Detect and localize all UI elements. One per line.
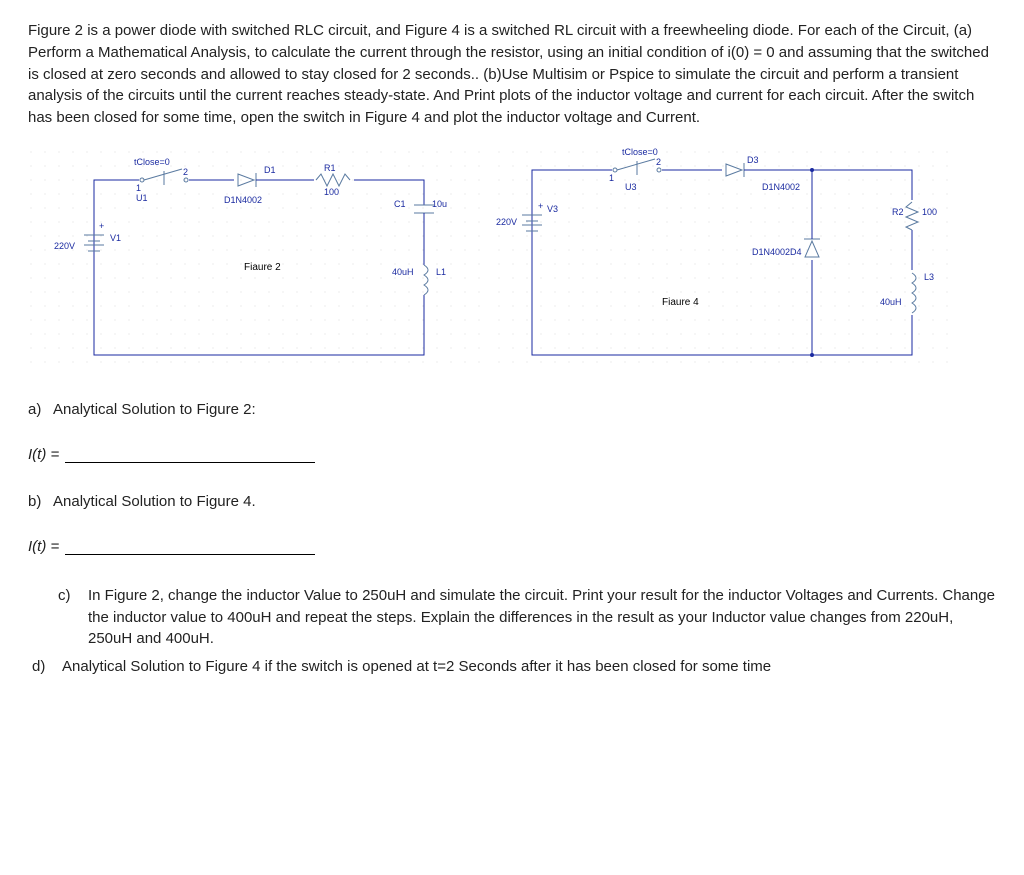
u3-pin2: 2 bbox=[656, 157, 661, 167]
l3-value: 40uH bbox=[880, 297, 902, 307]
u1-pin2: 2 bbox=[183, 167, 188, 177]
r1-value: 100 bbox=[324, 187, 339, 197]
part-a-equation: I(t) = bbox=[28, 446, 996, 463]
v1-value: 220V bbox=[54, 241, 75, 251]
part-a-label: a) bbox=[28, 401, 41, 418]
problem-statement: Figure 2 is a power diode with switched … bbox=[28, 20, 996, 129]
v1-label: V1 bbox=[110, 233, 121, 243]
r2-label: R2 bbox=[892, 207, 904, 217]
answer-blank-b bbox=[65, 553, 315, 555]
figures-row: + V1 220V tClose=0 1 2 U1 D1 D1N4002 R1 … bbox=[24, 145, 996, 375]
v3-polarity: + bbox=[538, 201, 543, 211]
part-a-text: Analytical Solution to Figure 2: bbox=[53, 401, 256, 418]
d3-label: D3 bbox=[747, 155, 759, 165]
u1-tclose: tClose=0 bbox=[134, 157, 170, 167]
u3-pin1: 1 bbox=[609, 173, 614, 183]
figure-4-svg: + V3 220V tClose=0 1 2 U3 D3 D1N4002 D1N… bbox=[492, 145, 952, 375]
l1-label: L1 bbox=[436, 267, 446, 277]
it-a-lhs: I(t) = bbox=[28, 446, 59, 463]
c1-label: C1 bbox=[394, 199, 406, 209]
fig4-label: Fiaure 4 bbox=[662, 297, 699, 308]
r1-label: R1 bbox=[324, 163, 336, 173]
part-d-text: Analytical Solution to Figure 4 if the s… bbox=[62, 656, 771, 678]
u3-label: U3 bbox=[625, 182, 637, 192]
part-a: a) Analytical Solution to Figure 2: bbox=[28, 401, 996, 418]
v3-value: 220V bbox=[496, 217, 517, 227]
v3-label: V3 bbox=[547, 204, 558, 214]
it-b-lhs: I(t) = bbox=[28, 538, 59, 555]
part-d-label: d) bbox=[32, 656, 62, 678]
c1-value: 10u bbox=[432, 199, 447, 209]
d3-part: D1N4002 bbox=[762, 182, 800, 192]
part-d: d) Analytical Solution to Figure 4 if th… bbox=[2, 656, 996, 678]
part-b-text: Analytical Solution to Figure 4. bbox=[53, 493, 256, 510]
part-b-equation: I(t) = bbox=[28, 538, 996, 555]
v1-polarity: + bbox=[99, 221, 104, 231]
part-b: b) Analytical Solution to Figure 4. bbox=[28, 493, 996, 510]
answer-blank-a bbox=[65, 461, 315, 463]
figure-2-schematic: + V1 220V tClose=0 1 2 U1 D1 D1N4002 R1 … bbox=[24, 145, 484, 375]
part-c-label: c) bbox=[58, 585, 88, 650]
l3-label: L3 bbox=[924, 272, 934, 282]
part-b-label: b) bbox=[28, 493, 41, 510]
part-c-text: In Figure 2, change the inductor Value t… bbox=[88, 585, 996, 650]
u1-pin1: 1 bbox=[136, 183, 141, 193]
d1-label: D1 bbox=[264, 165, 276, 175]
figure-2-svg: + V1 220V tClose=0 1 2 U1 D1 D1N4002 R1 … bbox=[24, 145, 484, 375]
u3-tclose: tClose=0 bbox=[622, 147, 658, 157]
d1-part: D1N4002 bbox=[224, 195, 262, 205]
part-c: c) In Figure 2, change the inductor Valu… bbox=[28, 585, 996, 650]
r2-value: 100 bbox=[922, 207, 937, 217]
dfree-label: D1N4002D4 bbox=[752, 247, 802, 257]
fig2-label: Fiaure 2 bbox=[244, 262, 281, 273]
u1-label: U1 bbox=[136, 193, 148, 203]
l1-value: 40uH bbox=[392, 267, 414, 277]
figure-4-schematic: + V3 220V tClose=0 1 2 U3 D3 D1N4002 D1N… bbox=[492, 145, 952, 375]
